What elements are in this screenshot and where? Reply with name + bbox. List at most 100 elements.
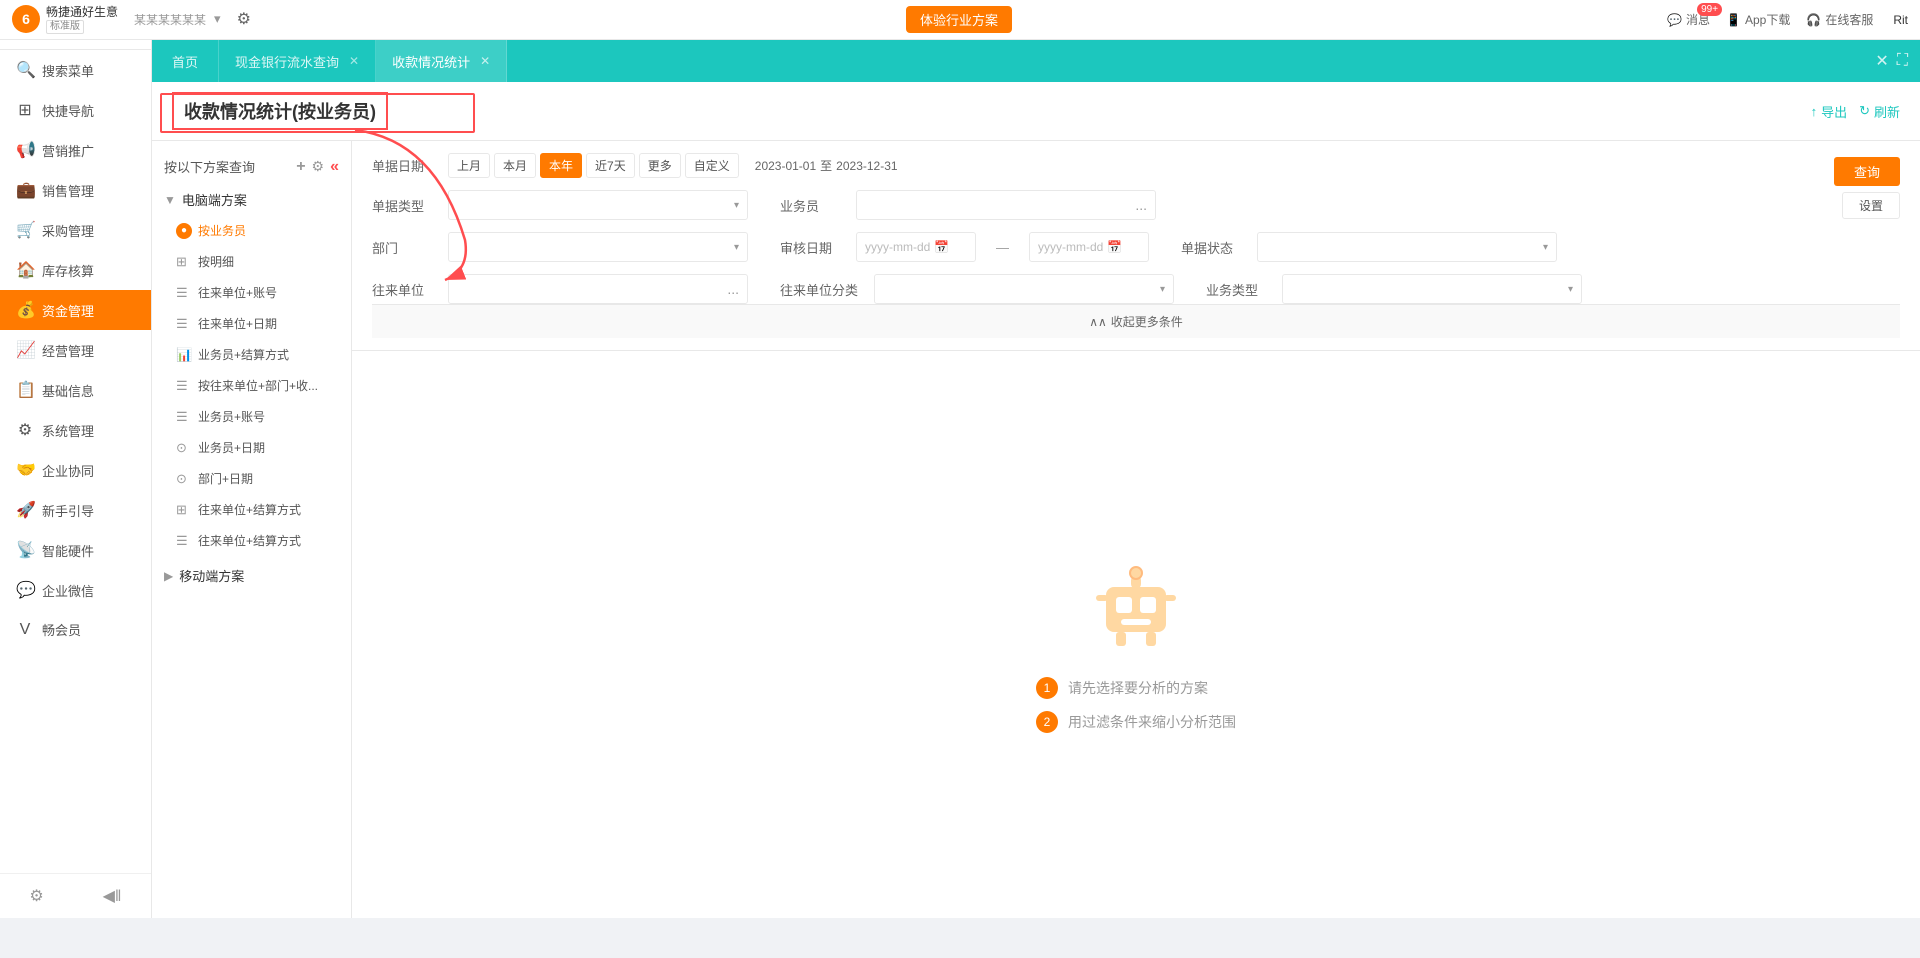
- sidebar-enterprise-label: 企业协同: [42, 461, 94, 480]
- tab-home[interactable]: 首页: [152, 40, 219, 82]
- partner-category-select[interactable]: ▾: [874, 274, 1174, 304]
- sidebar: 6 畅捷通好生意 标准版 🔍 搜索菜单 ⊞ 快捷导航 📢 营销推广 💼 销售管理…: [0, 0, 152, 918]
- scheme-salesperson-payment[interactable]: 📊 业务员+结算方式: [152, 339, 351, 370]
- review-date-to-placeholder: yyyy-mm-dd: [1038, 240, 1103, 254]
- sidebar-item-purchase[interactable]: 🛒 采购管理: [0, 210, 151, 250]
- partner-select[interactable]: ...: [448, 274, 748, 304]
- collapse-bar[interactable]: ∧∧ 收起更多条件: [372, 304, 1900, 338]
- scheme-partner-dept-recv[interactable]: ☰ 按往来单位+部门+收...: [152, 370, 351, 401]
- dept-date-icon: ⊙: [176, 471, 192, 487]
- date-btn-7days[interactable]: 近7天: [586, 153, 635, 178]
- logo-area: 6 畅捷通好生意 标准版: [12, 5, 118, 33]
- scheme-salesperson-date[interactable]: ⊙ 业务员+日期: [152, 432, 351, 463]
- sidebar-item-system[interactable]: ⚙ 系统管理: [0, 410, 151, 450]
- salesperson-more[interactable]: ...: [1135, 197, 1147, 213]
- tab-expand-btn[interactable]: ⛶: [1897, 52, 1908, 70]
- partner-more[interactable]: ...: [727, 281, 739, 297]
- review-date-to[interactable]: yyyy-mm-dd 📅: [1029, 232, 1149, 262]
- refresh-button[interactable]: ↻ 刷新: [1859, 102, 1900, 121]
- header-path: 某某某某某某: [134, 11, 206, 28]
- voucher-status-select[interactable]: ▾: [1257, 232, 1557, 262]
- tab-cashflow-close[interactable]: ✕: [349, 54, 359, 68]
- app-download-label: App下载: [1745, 11, 1790, 28]
- sidebar-finance-label: 资金管理: [42, 301, 94, 320]
- tab-close-btn[interactable]: ✕: [1875, 51, 1888, 71]
- sidebar-item-base-info[interactable]: 📋 基础信息: [0, 370, 151, 410]
- sidebar-item-marketing[interactable]: 📢 营销推广: [0, 130, 151, 170]
- sidebar-member-label: 畅会员: [42, 620, 81, 639]
- mobile-scheme-title[interactable]: ▶ 移动端方案: [152, 560, 351, 591]
- dept-arrow: ▾: [734, 242, 739, 253]
- date-btn-custom[interactable]: 自定义: [685, 153, 739, 178]
- dept-select[interactable]: ▾: [448, 232, 748, 262]
- sidebar-item-guide[interactable]: 🚀 新手引导: [0, 490, 151, 530]
- sidebar-purchase-label: 采购管理: [42, 221, 94, 240]
- sidebar-item-sales[interactable]: 💼 销售管理: [0, 170, 151, 210]
- brand-name: 畅捷通好生意: [46, 5, 118, 19]
- tab-actions: ✕ ⛶: [1875, 51, 1920, 71]
- member-icon: V: [16, 621, 34, 639]
- sidebar-collapse-icon[interactable]: ◀‖: [95, 882, 130, 910]
- sidebar-item-wechat[interactable]: 💬 企业微信: [0, 570, 151, 610]
- scheme-by-salesperson[interactable]: ● 按业务员: [152, 215, 351, 246]
- partner-dept-icon: ☰: [176, 378, 192, 394]
- filter-row-dept: 部门 ▾ 审核日期 yyyy-mm-dd 📅 —: [372, 232, 1818, 262]
- panel-collapse-icon[interactable]: «: [330, 158, 339, 176]
- empty-step-1: 1 请先选择要分析的方案: [1036, 677, 1236, 699]
- message-area[interactable]: 💬 消息 99+: [1667, 11, 1710, 28]
- scheme-dept-date[interactable]: ⊙ 部门+日期: [152, 463, 351, 494]
- add-scheme-icon[interactable]: +: [296, 158, 305, 176]
- filter-actions: 查询 设置: [1834, 153, 1900, 219]
- scheme-salesperson-account[interactable]: ☰ 业务员+账号: [152, 401, 351, 432]
- scheme-partner-date[interactable]: ☰ 往来单位+日期: [152, 308, 351, 339]
- tab-receipts[interactable]: 收款情况统计 ✕: [376, 40, 507, 82]
- date-btn-last-month[interactable]: 上月: [448, 153, 490, 178]
- sidebar-item-finance[interactable]: 💰 资金管理: [0, 290, 151, 330]
- scheme-partner-settle2[interactable]: ☰ 往来单位+结算方式: [152, 525, 351, 556]
- scheme-settings-icon[interactable]: ⚙: [312, 158, 325, 175]
- sidebar-item-hardware[interactable]: 📡 智能硬件: [0, 530, 151, 570]
- filter-settings-button[interactable]: 设置: [1842, 192, 1900, 219]
- header-dropdown-icon[interactable]: ▾: [214, 11, 221, 27]
- voucher-type-select[interactable]: ▾: [448, 190, 748, 220]
- date-btn-more[interactable]: 更多: [639, 153, 681, 178]
- partner-category-arrow: ▾: [1160, 284, 1165, 295]
- app-download-area[interactable]: 📱 App下载: [1726, 11, 1790, 28]
- sidebar-settings-icon[interactable]: ⚙: [21, 882, 51, 910]
- sidebar-item-member[interactable]: V 畅会员: [0, 610, 151, 649]
- desktop-scheme-title[interactable]: ▼ 电脑端方案: [152, 184, 351, 215]
- tab-receipts-close[interactable]: ✕: [480, 54, 490, 68]
- biz-type-select[interactable]: ▾: [1282, 274, 1582, 304]
- sidebar-inventory-label: 库存核算: [42, 261, 94, 280]
- scheme-partner-account-label: 往来单位+账号: [198, 284, 277, 301]
- sidebar-item-business[interactable]: 📈 经营管理: [0, 330, 151, 370]
- date-btn-this-month[interactable]: 本月: [494, 153, 536, 178]
- header-settings-icon[interactable]: ⚙: [237, 9, 251, 29]
- scheme-detail-label: 按明细: [198, 253, 234, 270]
- step-1-text: 请先选择要分析的方案: [1068, 678, 1208, 698]
- review-date-dash: —: [996, 240, 1009, 255]
- sidebar-marketing-label: 营销推广: [42, 141, 94, 160]
- tab-cashflow[interactable]: 现金银行流水查询 ✕: [219, 40, 376, 82]
- sidebar-item-quicknav[interactable]: ⊞ 快捷导航: [0, 90, 151, 130]
- scheme-partner-account[interactable]: ☰ 往来单位+账号: [152, 277, 351, 308]
- scheme-by-detail[interactable]: ⊞ 按明细: [152, 246, 351, 277]
- review-date-from[interactable]: yyyy-mm-dd 📅: [856, 232, 976, 262]
- sidebar-item-search[interactable]: 🔍 搜索菜单: [0, 50, 151, 90]
- date-btn-this-year[interactable]: 本年: [540, 153, 582, 178]
- sidebar-item-inventory[interactable]: 🏠 库存核算: [0, 250, 151, 290]
- export-button[interactable]: ↑ 导出: [1811, 102, 1848, 121]
- scheme-partner-settle1[interactable]: ⊞ 往来单位+结算方式: [152, 494, 351, 525]
- query-button[interactable]: 查询: [1834, 157, 1900, 186]
- trial-button[interactable]: 体验行业方案: [906, 6, 1012, 33]
- right-content: 单据日期 上月 本月 本年 近7天 更多 自定义 2023-01-01: [352, 141, 1920, 918]
- online-service-area[interactable]: 🎧 在线客服: [1806, 11, 1873, 28]
- online-service-label: 在线客服: [1825, 11, 1873, 28]
- collapse-chevron: ∧∧: [1089, 315, 1107, 329]
- sidebar-wechat-label: 企业微信: [42, 581, 94, 600]
- page-header-actions: ↑ 导出 ↻ 刷新: [1811, 102, 1900, 121]
- left-panel-icons: + ⚙ «: [296, 158, 339, 176]
- salesperson-select[interactable]: ...: [856, 190, 1156, 220]
- tab-receipts-label: 收款情况统计: [392, 52, 470, 71]
- sidebar-item-enterprise[interactable]: 🤝 企业协同: [0, 450, 151, 490]
